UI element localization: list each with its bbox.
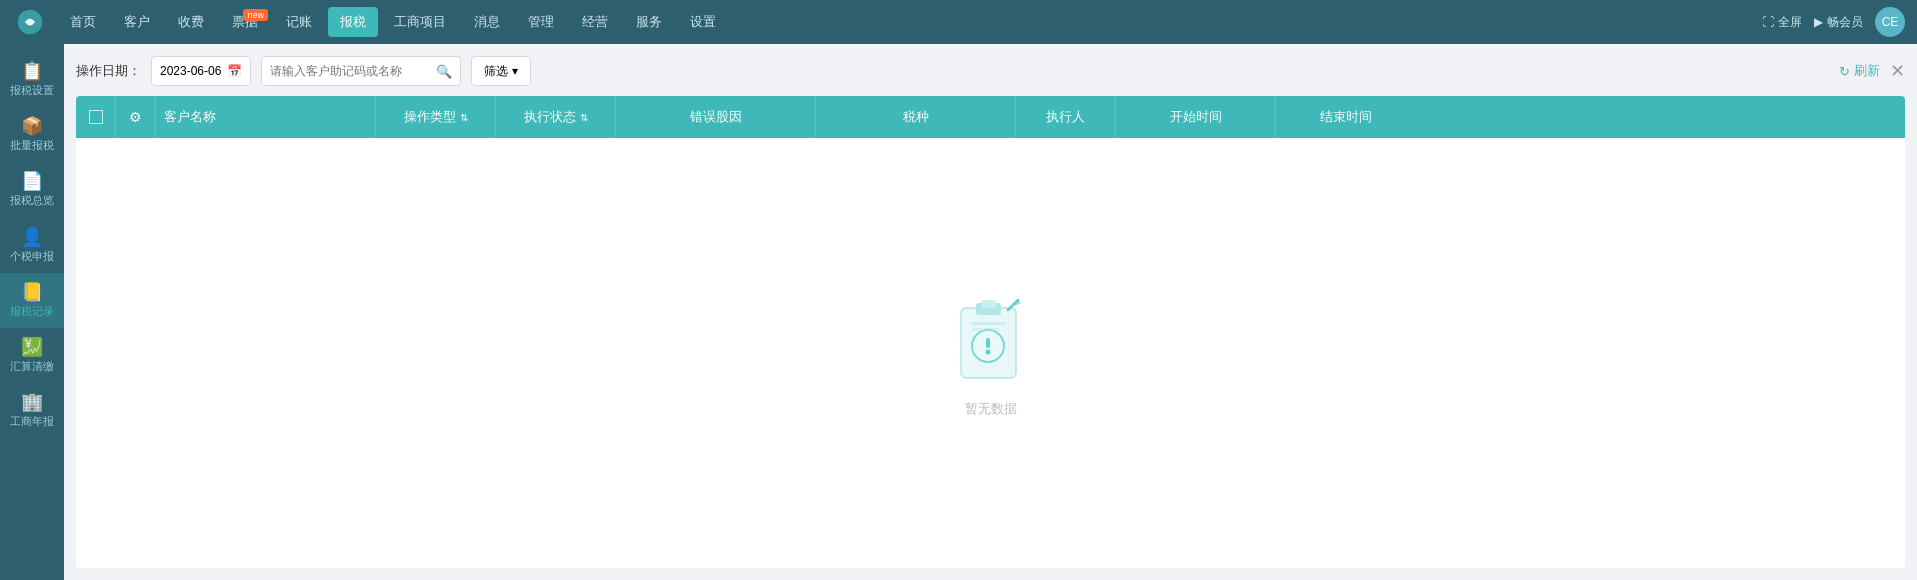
filter-button[interactable]: 筛选 ▾ — [471, 56, 531, 86]
sidebar-item-报税记录[interactable]: 📒 报税记录 — [0, 273, 64, 328]
sidebar-item-报税设置[interactable]: 📋 报税设置 — [0, 52, 64, 107]
member-icon: ▶ — [1814, 15, 1823, 29]
nav-item-消息[interactable]: 消息 — [462, 7, 512, 37]
refresh-button[interactable]: ↻ 刷新 — [1839, 62, 1880, 80]
sidebar-icon-报税记录: 📒 — [21, 283, 43, 301]
top-nav: 首页客户收费票据new记账报税工商项目消息管理经营服务设置 ⛶ 全屏 ▶ 畅会员… — [0, 0, 1917, 44]
top-nav-right: ⛶ 全屏 ▶ 畅会员 CE — [1762, 7, 1905, 37]
th-tax: 税种 — [816, 96, 1016, 138]
th-error: 错误股因 — [616, 96, 816, 138]
empty-state: 暂无数据 — [76, 138, 1905, 568]
table-container: ⚙ 客户名称 操作类型 ⇅ 执行状态 ⇅ 错误股因 税种 — [76, 96, 1905, 568]
avatar[interactable]: CE — [1875, 7, 1905, 37]
sidebar-icon-报税设置: 📋 — [21, 62, 43, 80]
date-input[interactable]: 2023-06-06 📅 — [151, 56, 251, 86]
main-layout: 📋 报税设置 📦 批量报税 📄 报税总览 👤 个税申报 📒 报税记录 💹 汇算清缴 🏢 工商年报 操作日期… — [0, 44, 1917, 580]
date-label: 操作日期： — [76, 62, 141, 80]
svg-point-7 — [985, 350, 990, 355]
svg-rect-9 — [971, 328, 999, 331]
fullscreen-button[interactable]: ⛶ 全屏 — [1762, 14, 1802, 31]
nav-item-收费[interactable]: 收费 — [166, 7, 216, 37]
fullscreen-label: 全屏 — [1778, 14, 1802, 31]
sidebar-icon-工商年报: 🏢 — [21, 393, 43, 411]
svg-rect-6 — [986, 338, 990, 348]
close-button[interactable]: ✕ — [1890, 62, 1905, 80]
th-start-time: 开始时间 — [1116, 96, 1276, 138]
nav-items: 首页客户收费票据new记账报税工商项目消息管理经营服务设置 — [58, 7, 1762, 37]
empty-illustration — [946, 288, 1036, 388]
nav-item-记账[interactable]: 记账 — [274, 7, 324, 37]
sidebar-icon-个税申报: 👤 — [21, 228, 43, 246]
sort-status-icon[interactable]: ⇅ — [580, 112, 588, 123]
th-checkbox[interactable] — [76, 96, 116, 138]
th-executor: 执行人 — [1016, 96, 1116, 138]
sidebar-item-报税总览[interactable]: 📄 报税总览 — [0, 162, 64, 217]
settings-icon[interactable]: ⚙ — [129, 109, 142, 125]
empty-text: 暂无数据 — [965, 400, 1017, 418]
sidebar-icon-批量报税: 📦 — [21, 117, 43, 135]
sidebar-icon-报税总览: 📄 — [21, 172, 43, 190]
select-all-checkbox[interactable] — [89, 110, 103, 124]
sidebar-item-个税申报[interactable]: 👤 个税申报 — [0, 218, 64, 273]
refresh-label: 刷新 — [1854, 62, 1880, 80]
th-name: 客户名称 — [156, 96, 376, 138]
sidebar-label-报税总览: 报税总览 — [10, 194, 54, 207]
nav-item-设置[interactable]: 设置 — [678, 7, 728, 37]
sidebar-item-工商年报[interactable]: 🏢 工商年报 — [0, 383, 64, 438]
th-type: 操作类型 ⇅ — [376, 96, 496, 138]
nav-badge: new — [243, 9, 268, 21]
sidebar-label-报税设置: 报税设置 — [10, 84, 54, 97]
nav-item-首页[interactable]: 首页 — [58, 7, 108, 37]
th-status: 执行状态 ⇅ — [496, 96, 616, 138]
nav-item-报税[interactable]: 报税 — [328, 7, 378, 37]
sidebar-item-批量报税[interactable]: 📦 批量报税 — [0, 107, 64, 162]
nav-item-工商项目[interactable]: 工商项目 — [382, 7, 458, 37]
nav-item-服务[interactable]: 服务 — [624, 7, 674, 37]
search-box: 🔍 — [261, 56, 461, 86]
sidebar-label-汇算清缴: 汇算清缴 — [10, 360, 54, 373]
sidebar: 📋 报税设置 📦 批量报税 📄 报税总览 👤 个税申报 📒 报税记录 💹 汇算清缴 🏢 工商年报 — [0, 44, 64, 580]
sidebar-label-工商年报: 工商年报 — [10, 415, 54, 428]
table-body: 暂无数据 — [76, 138, 1905, 568]
member-button[interactable]: ▶ 畅会员 — [1814, 14, 1863, 31]
calendar-icon: 📅 — [227, 64, 242, 78]
sidebar-label-报税记录: 报税记录 — [10, 305, 54, 318]
th-settings: ⚙ — [116, 96, 156, 138]
member-label: 畅会员 — [1827, 14, 1863, 31]
search-input[interactable] — [270, 64, 436, 78]
logo — [12, 4, 48, 40]
toolbar: 操作日期： 2023-06-06 📅 🔍 筛选 ▾ ↻ 刷新 ✕ — [76, 56, 1905, 86]
sidebar-item-汇算清缴[interactable]: 💹 汇算清缴 — [0, 328, 64, 383]
svg-rect-8 — [971, 322, 1006, 325]
filter-label: 筛选 — [484, 63, 508, 80]
sort-type-icon[interactable]: ⇅ — [460, 112, 468, 123]
sidebar-icon-汇算清缴: 💹 — [21, 338, 43, 356]
nav-item-客户[interactable]: 客户 — [112, 7, 162, 37]
search-icon[interactable]: 🔍 — [436, 64, 452, 79]
content: 操作日期： 2023-06-06 📅 🔍 筛选 ▾ ↻ 刷新 ✕ — [64, 44, 1917, 580]
sidebar-label-个税申报: 个税申报 — [10, 250, 54, 263]
nav-item-管理[interactable]: 管理 — [516, 7, 566, 37]
table-header: ⚙ 客户名称 操作类型 ⇅ 执行状态 ⇅ 错误股因 税种 — [76, 96, 1905, 138]
refresh-icon: ↻ — [1839, 64, 1850, 79]
date-value: 2023-06-06 — [160, 64, 221, 78]
nav-item-经营[interactable]: 经营 — [570, 7, 620, 37]
nav-item-票据[interactable]: 票据new — [220, 7, 270, 37]
chevron-down-icon: ▾ — [512, 64, 518, 78]
th-end-time: 结束时间 — [1276, 96, 1416, 138]
svg-rect-3 — [981, 300, 996, 308]
sidebar-label-批量报税: 批量报税 — [10, 139, 54, 152]
fullscreen-icon: ⛶ — [1762, 15, 1774, 29]
